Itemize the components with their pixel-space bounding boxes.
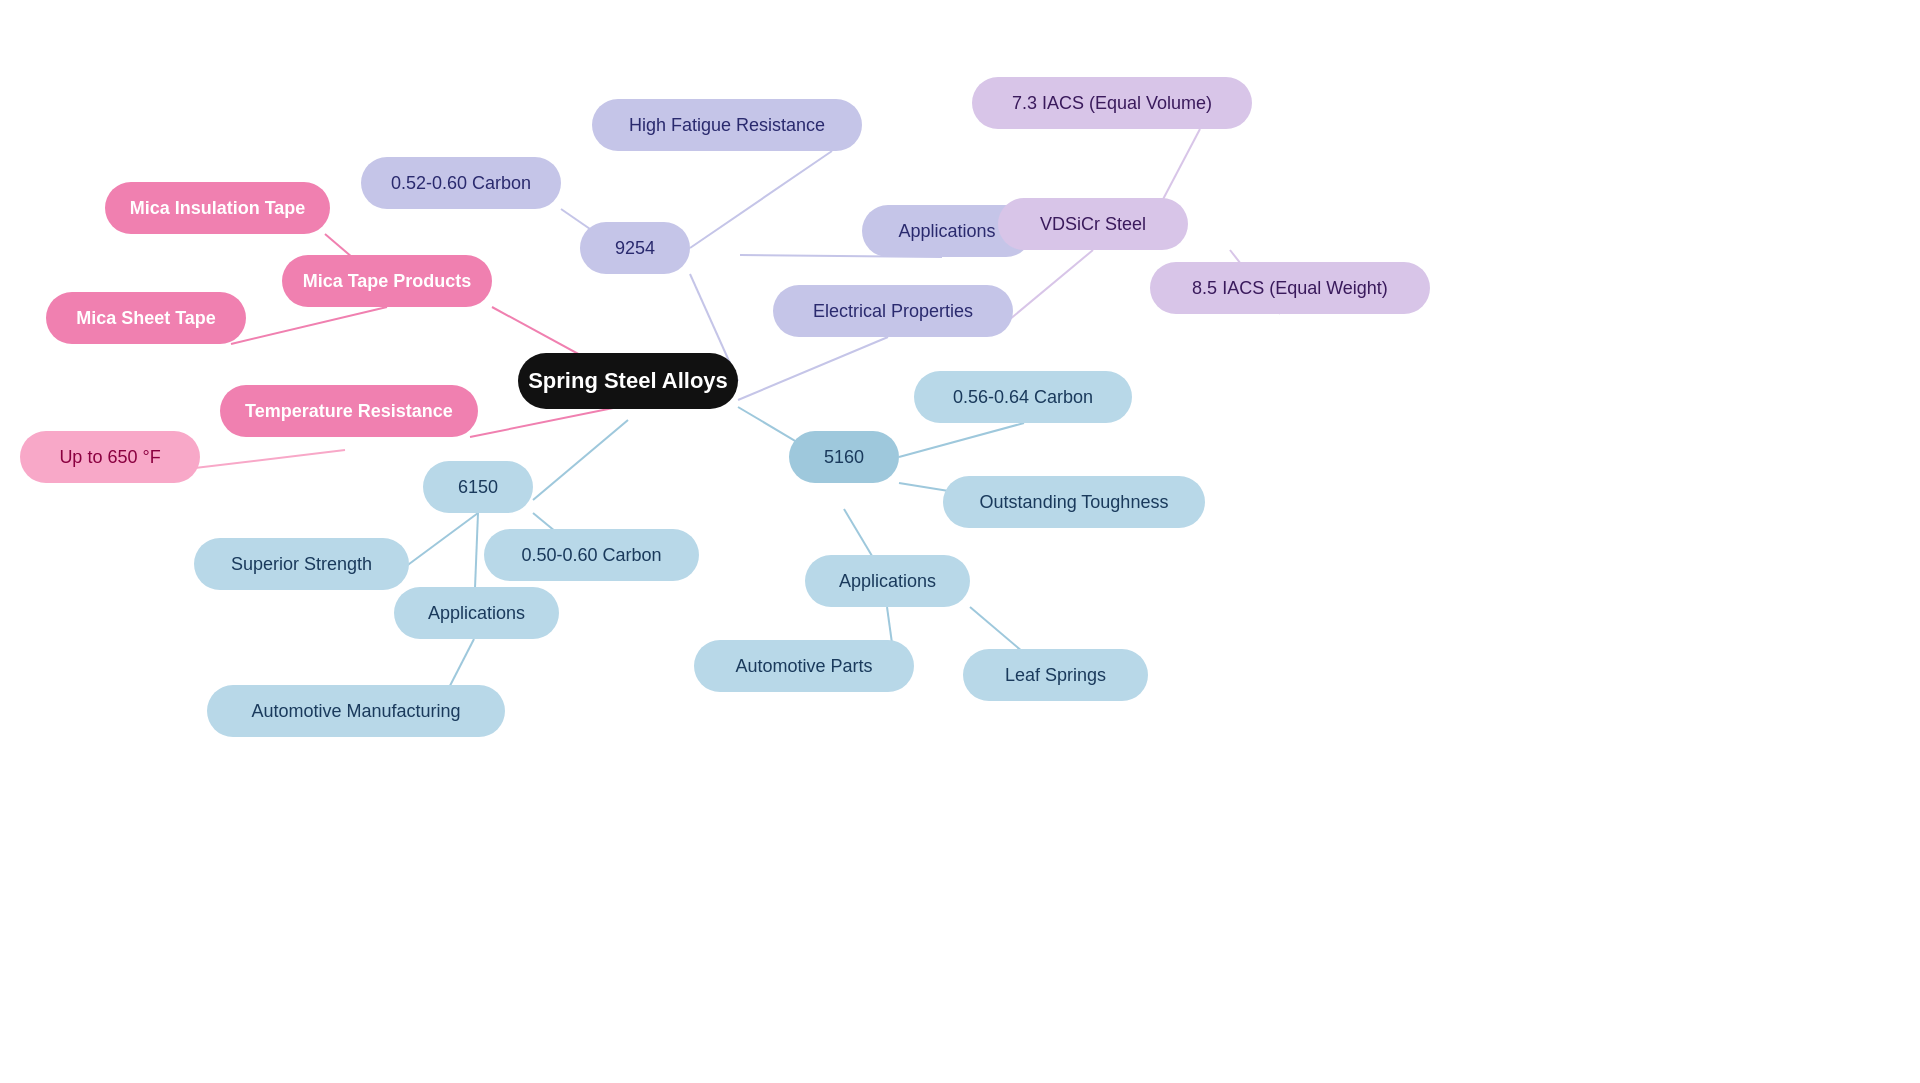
node-vdsiCr: VDSiCr Steel [998,198,1188,250]
node-052-carbon: 0.52-0.60 Carbon [361,157,561,209]
node-6150: 6150 [423,461,533,513]
node-auto-parts: Automotive Parts [694,640,914,692]
node-056-carbon: 0.56-0.64 Carbon [914,371,1132,423]
svg-line-19 [899,423,1024,457]
node-73-iacs: 7.3 IACS (Equal Volume) [972,77,1252,129]
svg-line-1 [690,151,832,248]
node-elec-prop: Electrical Properties [773,285,1013,337]
node-85-iacs: 8.5 IACS (Equal Weight) [1150,262,1430,314]
node-outstanding-toughness: Outstanding Toughness [943,476,1205,528]
svg-line-5 [1003,250,1093,325]
node-high-fatigue: High Fatigue Resistance [592,99,862,151]
svg-line-13 [533,420,628,500]
node-up-650: Up to 650 °F [20,431,200,483]
node-050-carbon: 0.50-0.60 Carbon [484,529,699,581]
node-temp-resistance: Temperature Resistance [220,385,478,437]
svg-line-11 [470,405,628,437]
node-leaf-springs: Leaf Springs [963,649,1148,701]
node-apps-5160: Applications [805,555,970,607]
node-auto-mfg: Automotive Manufacturing [207,685,505,737]
node-apps-6150: Applications [394,587,559,639]
node-9254: 9254 [580,222,690,274]
node-superior-strength: Superior Strength [194,538,409,590]
center-node: Spring Steel Alloys [518,353,738,409]
svg-line-4 [738,337,888,400]
node-mica-sheet: Mica Sheet Tape [46,292,246,344]
node-mica-tape-products: Mica Tape Products [282,255,492,307]
node-5160: 5160 [789,431,899,483]
svg-line-10 [231,307,387,344]
svg-line-12 [178,450,345,470]
svg-line-15 [401,513,478,570]
node-mica-insulation: Mica Insulation Tape [105,182,330,234]
